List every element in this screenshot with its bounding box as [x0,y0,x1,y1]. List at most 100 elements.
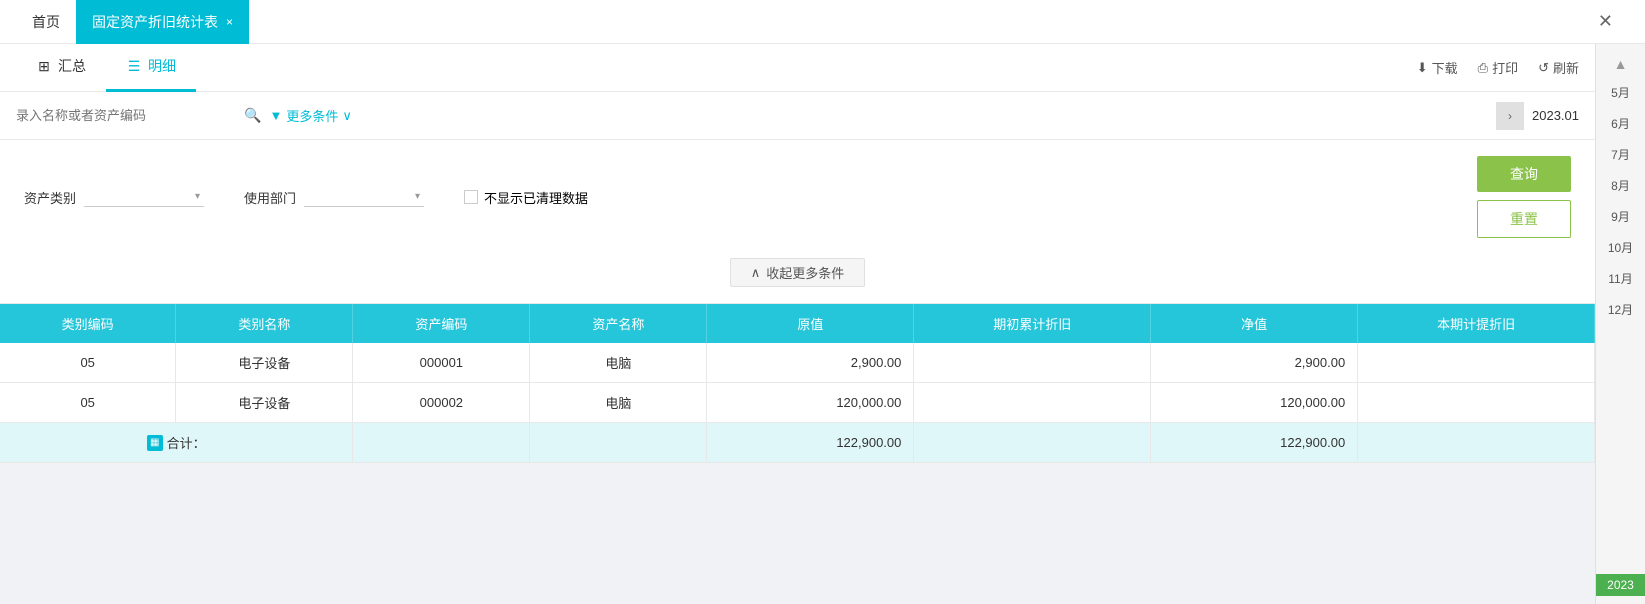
query-button[interactable]: 查询 [1477,156,1571,192]
table-row: 05 电子设备 000001 电脑 2,900.00 2,900.00 [0,343,1595,383]
window-close-button[interactable]: ✕ [1582,11,1629,32]
col-asset-name: 资产名称 [530,304,707,343]
row1-asset-name: 电脑 [530,343,707,383]
filter-icon: ▼ [269,108,282,123]
total-label-cell: ▦ 合计： [0,423,353,463]
refresh-label: 刷新 [1553,58,1579,77]
tab-summary-label: 汇总 [58,56,86,76]
refresh-button[interactable]: ↺ 刷新 [1538,58,1579,77]
col-net-value: 净值 [1151,304,1358,343]
total-label-text: 合计： [167,433,206,452]
total-initial-depreciation [914,423,1151,463]
layers-icon: ⊞ [36,58,52,74]
row2-asset-name: 电脑 [530,383,707,423]
total-current-depreciation [1358,423,1595,463]
hide-cleared-field[interactable]: 不显示已清理数据 [464,188,588,207]
sidebar-month-10[interactable]: 10月 [1596,233,1645,262]
row2-original-value: 120,000.00 [707,383,914,423]
more-conditions-label: 更多条件 [286,106,338,125]
row2-asset-code: 000002 [353,383,530,423]
search-input[interactable] [16,108,236,123]
sidebar-month-9[interactable]: 9月 [1596,202,1645,231]
download-label: 下载 [1432,58,1458,77]
row2-net-value: 120,000.00 [1151,383,1358,423]
toolbar-actions: ⬇ 下载 ⎙ 打印 ↺ 刷新 [1417,58,1579,77]
sidebar-month-11[interactable]: 11月 [1596,264,1645,293]
top-nav: 首页 固定资产折旧统计表 × ✕ [0,0,1645,44]
search-icon[interactable]: 🔍 [244,107,261,124]
download-icon: ⬇ [1417,60,1428,76]
sub-tabs-bar: ⊞ 汇总 ☰ 明细 ⬇ 下载 ⎙ 打印 ↺ 刷新 [0,44,1595,92]
date-nav-button[interactable]: › [1496,102,1524,130]
use-department-select[interactable]: ▾ [304,187,424,207]
sidebar-month-12[interactable]: 12月 [1596,295,1645,324]
total-original-value: 122,900.00 [707,423,914,463]
sidebar-month-6[interactable]: 6月 [1596,109,1645,138]
row1-category-name: 电子设备 [176,343,353,383]
filter-buttons: 查询 重置 [1477,156,1571,238]
tab-detail-label: 明细 [148,56,176,76]
right-sidebar: ▲ 5月 6月 7月 8月 9月 10月 11月 12月 2023 [1595,44,1645,604]
table-total-row: ▦ 合计： 122,900.00 122,900.00 [0,423,1595,463]
collapse-conditions-button[interactable]: ∧ 收起更多条件 [730,258,866,287]
tab-close-icon[interactable]: × [226,15,233,29]
collapse-label: 收起更多条件 [766,263,844,282]
main-content: ⊞ 汇总 ☰ 明细 ⬇ 下载 ⎙ 打印 ↺ 刷新 [0,44,1595,463]
row1-original-value: 2,900.00 [707,343,914,383]
use-department-field: 使用部门 ▾ [244,187,424,207]
row2-category-name: 电子设备 [176,383,353,423]
chevron-down-icon: ∨ [342,108,352,124]
tab-detail[interactable]: ☰ 明细 [106,44,196,92]
row1-current-depreciation [1358,343,1595,383]
filter-panel: 资产类别 ▾ 使用部门 ▾ [0,140,1595,304]
list-icon: ☰ [126,58,142,74]
download-button[interactable]: ⬇ 下载 [1417,58,1458,77]
print-label: 打印 [1492,58,1518,77]
refresh-icon: ↺ [1538,60,1549,76]
sidebar-month-7[interactable]: 7月 [1596,140,1645,169]
sidebar-month-8[interactable]: 8月 [1596,171,1645,200]
row1-category-code: 05 [0,343,176,383]
tab-summary[interactable]: ⊞ 汇总 [16,44,106,92]
print-button[interactable]: ⎙ 打印 [1478,58,1518,77]
date-label: 2023.01 [1532,108,1579,123]
search-bar: 🔍 ▼ 更多条件 ∨ › 2023.01 [0,92,1595,140]
sidebar-month-5[interactable]: 5月 [1596,78,1645,107]
print-icon: ⎙ [1478,60,1488,76]
row2-initial-depreciation [914,383,1151,423]
fixed-assets-table: 类别编码 类别名称 资产编码 资产名称 原值 期初累计折旧 净值 本期计提折旧 … [0,304,1595,463]
total-asset-code [353,423,530,463]
active-tab[interactable]: 固定资产折旧统计表 × [76,0,249,44]
row2-current-depreciation [1358,383,1595,423]
hide-cleared-label: 不显示已清理数据 [484,188,588,207]
use-department-label: 使用部门 [244,188,296,207]
asset-category-select[interactable]: ▾ [84,187,204,207]
table-row: 05 电子设备 000002 电脑 120,000.00 120,000.00 [0,383,1595,423]
col-current-depreciation: 本期计提折旧 [1358,304,1595,343]
more-conditions-toggle[interactable]: ▼ 更多条件 ∨ [269,106,351,125]
col-original-value: 原值 [707,304,914,343]
tab-label: 固定资产折旧统计表 [92,12,218,32]
col-category-name: 类别名称 [176,304,353,343]
asset-category-value [88,189,146,204]
col-category-code: 类别编码 [0,304,176,343]
chevron-down-icon: ▾ [195,191,200,202]
chevron-up-icon: ∧ [751,265,761,281]
year-badge: 2023 [1596,574,1645,596]
col-initial-depreciation: 期初累计折旧 [914,304,1151,343]
data-table-container: 类别编码 类别名称 资产编码 资产名称 原值 期初累计折旧 净值 本期计提折旧 … [0,304,1595,463]
filter-row: 资产类别 ▾ 使用部门 ▾ [24,156,1571,238]
reset-button[interactable]: 重置 [1477,200,1571,238]
scroll-up-icon[interactable]: ▲ [1610,52,1632,76]
asset-category-label: 资产类别 [24,188,76,207]
home-nav-item[interactable]: 首页 [16,12,76,32]
hide-cleared-checkbox[interactable] [464,190,478,204]
col-asset-code: 资产编码 [353,304,530,343]
asset-category-field: 资产类别 ▾ [24,187,204,207]
row1-asset-code: 000001 [353,343,530,383]
total-net-value: 122,900.00 [1151,423,1358,463]
row1-net-value: 2,900.00 [1151,343,1358,383]
chevron-down-icon: ▾ [415,191,420,202]
table-header-row: 类别编码 类别名称 资产编码 资产名称 原值 期初累计折旧 净值 本期计提折旧 [0,304,1595,343]
total-asset-name [530,423,707,463]
